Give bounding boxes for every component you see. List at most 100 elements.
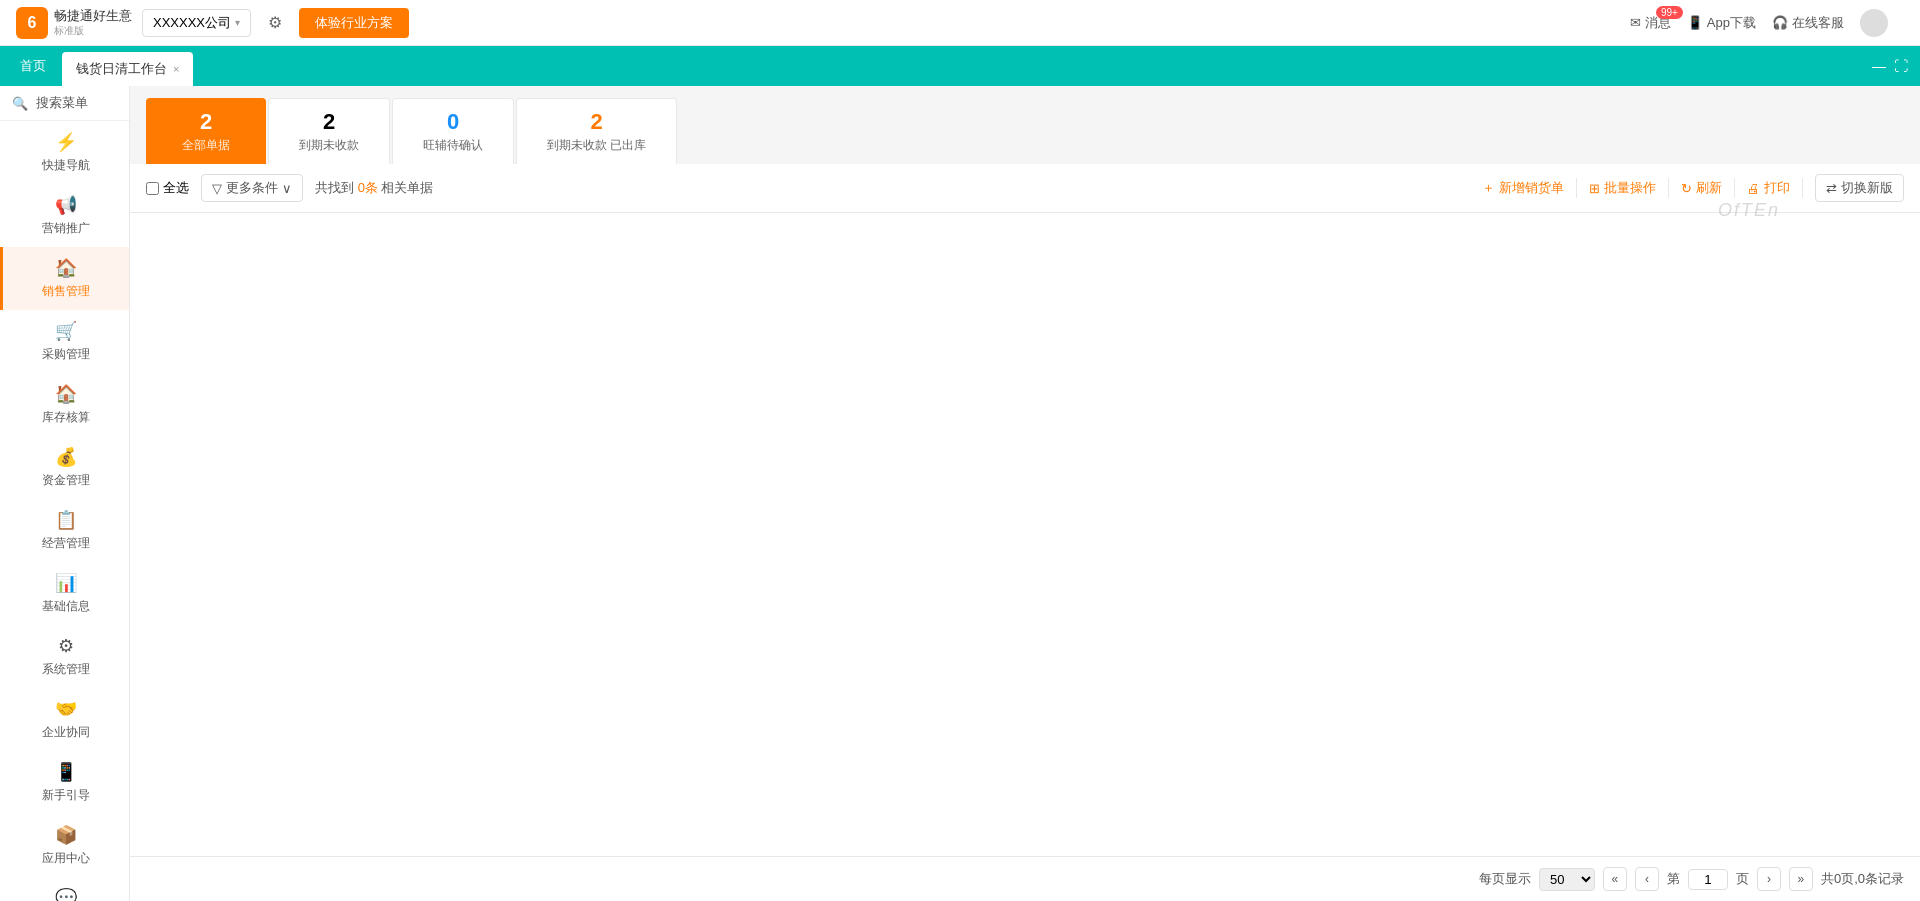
inventory-icon: 🏠 <box>55 383 77 405</box>
divider-1 <box>1576 178 1577 198</box>
chevron-down-icon: ▾ <box>235 17 240 28</box>
sidebar-item-label: 企业协同 <box>42 724 90 741</box>
switch-version-button[interactable]: ⇄ 切换新版 <box>1815 174 1904 202</box>
tab-collapse-icon[interactable]: — <box>1872 58 1886 74</box>
message-badge: 99+ <box>1656 6 1683 19</box>
tab-active[interactable]: 钱货日清工作台 × <box>62 52 193 86</box>
sidebar-item-inventory[interactable]: 🏠 库存核算 <box>0 373 129 436</box>
sidebar-item-label: 系统管理 <box>42 661 90 678</box>
top-header: 6 畅捷通好生意 标准版 XXXXXX公司 ▾ ⚙ 体验行业方案 ✉ 消息 99… <box>0 0 1920 46</box>
add-icon: ＋ <box>1482 179 1495 197</box>
tab-expand-icon[interactable]: ⛶ <box>1894 58 1908 74</box>
print-button[interactable]: 🖨 打印 <box>1747 179 1790 197</box>
divider-2 <box>1668 178 1669 198</box>
online-service-button[interactable]: 🎧 在线客服 <box>1772 14 1844 32</box>
sidebar-item-label: 销售管理 <box>42 283 90 300</box>
brand-name: 畅捷通好生意 <box>54 8 132 25</box>
prev-page-button[interactable]: ‹ <box>1635 867 1659 891</box>
company-selector[interactable]: XXXXXX公司 ▾ <box>142 9 251 37</box>
sidebar-item-sales[interactable]: 🏠 销售管理 <box>0 247 129 310</box>
header-left: 6 畅捷通好生意 标准版 XXXXXX公司 ▾ ⚙ 体验行业方案 <box>16 7 409 39</box>
total-records: 共0页,0条记录 <box>1821 870 1904 888</box>
experience-button[interactable]: 体验行业方案 <box>299 8 409 38</box>
company-name: XXXXXX公司 <box>153 14 231 32</box>
tab-bar-right: — ⛶ <box>1872 58 1920 74</box>
divider-4 <box>1802 178 1803 198</box>
stat-label-pending: 旺辅待确认 <box>423 137 483 154</box>
stat-tab-all[interactable]: 2 全部单据 <box>146 98 266 164</box>
operations-icon: 📋 <box>55 509 77 531</box>
sidebar-item-wechat[interactable]: 💬 企业微信 <box>0 877 129 901</box>
stat-tab-overdue[interactable]: 2 到期未收款 <box>268 98 390 164</box>
toolbar-right: ＋ 新增销货单 ⊞ 批量操作 ↻ 刷新 🖨 <box>1482 174 1904 202</box>
refresh-label: 刷新 <box>1696 179 1722 197</box>
sidebar-item-label: 营销推广 <box>42 220 90 237</box>
quick-nav-icon: ⚡ <box>55 131 77 153</box>
header-right: ✉ 消息 99+ 📱 App下载 🎧 在线客服 <box>1630 9 1904 37</box>
refresh-icon: ↻ <box>1681 181 1692 196</box>
first-page-button[interactable]: « <box>1603 867 1627 891</box>
settings-button[interactable]: ⚙ <box>261 9 289 37</box>
logo-icon: 6 <box>16 7 48 39</box>
sidebar-item-cooperation[interactable]: 🤝 企业协同 <box>0 688 129 751</box>
page-number-input[interactable] <box>1688 869 1728 890</box>
sidebar-item-marketing[interactable]: 📢 营销推广 <box>0 184 129 247</box>
add-order-button[interactable]: ＋ 新增销货单 <box>1482 179 1564 197</box>
found-suffix: 相关单据 <box>381 180 433 195</box>
print-label: 打印 <box>1764 179 1790 197</box>
select-all-input[interactable] <box>146 182 159 195</box>
tab-close-icon[interactable]: × <box>173 63 179 75</box>
sidebar-item-label: 应用中心 <box>42 850 90 867</box>
stat-tab-pending[interactable]: 0 旺辅待确认 <box>392 98 514 164</box>
stat-number-overdue-out: 2 <box>591 109 603 135</box>
sidebar-item-guide[interactable]: 📱 新手引导 <box>0 751 129 814</box>
stat-tab-overdue-out[interactable]: 2 到期未收款 已出库 <box>516 98 677 164</box>
sidebar-item-label: 新手引导 <box>42 787 90 804</box>
select-all-checkbox[interactable]: 全选 <box>146 179 189 197</box>
page-size-label: 每页显示 <box>1479 870 1531 888</box>
refresh-button[interactable]: ↻ 刷新 <box>1681 179 1722 197</box>
guide-icon: 📱 <box>55 761 77 783</box>
sidebar: 🔍 搜索菜单 ⚡ 快捷导航 📢 营销推广 🏠 销售管理 🛒 采购管理 🏠 库存核… <box>0 86 130 901</box>
service-label: 在线客服 <box>1792 14 1844 32</box>
main-layout: 🔍 搜索菜单 ⚡ 快捷导航 📢 营销推广 🏠 销售管理 🛒 采购管理 🏠 库存核… <box>0 86 1920 901</box>
batch-button[interactable]: ⊞ 批量操作 <box>1589 179 1656 197</box>
switch-label: 切换新版 <box>1841 179 1893 197</box>
search-label: 搜索菜单 <box>36 94 88 112</box>
search-icon: 🔍 <box>12 96 28 111</box>
purchase-icon: 🛒 <box>55 320 77 342</box>
avatar[interactable] <box>1860 9 1888 37</box>
sidebar-item-system[interactable]: ⚙ 系统管理 <box>0 625 129 688</box>
finance-icon: 💰 <box>55 446 77 468</box>
sidebar-item-label: 采购管理 <box>42 346 90 363</box>
page-suffix: 页 <box>1736 870 1749 888</box>
sidebar-item-operations[interactable]: 📋 经营管理 <box>0 499 129 562</box>
last-page-button[interactable]: » <box>1789 867 1813 891</box>
print-icon: 🖨 <box>1747 181 1760 196</box>
app-icon: 📱 <box>1687 15 1703 30</box>
tab-home[interactable]: 首页 <box>4 46 62 86</box>
message-button[interactable]: ✉ 消息 99+ <box>1630 14 1671 32</box>
sidebar-item-finance[interactable]: 💰 资金管理 <box>0 436 129 499</box>
filter-icon: ▽ <box>212 181 222 196</box>
page-size-select[interactable]: 50 20 100 <box>1539 868 1595 891</box>
add-label: 新增销货单 <box>1499 179 1564 197</box>
logo-area: 6 畅捷通好生意 标准版 <box>16 7 132 39</box>
sidebar-item-label: 基础信息 <box>42 598 90 615</box>
sidebar-item-app-center[interactable]: 📦 应用中心 <box>0 814 129 877</box>
next-page-button[interactable]: › <box>1757 867 1781 891</box>
sidebar-search[interactable]: 🔍 搜索菜单 <box>0 86 129 121</box>
system-icon: ⚙ <box>58 635 74 657</box>
filter-label: 更多条件 <box>226 179 278 197</box>
sidebar-item-label: 经营管理 <box>42 535 90 552</box>
app-center-icon: 📦 <box>55 824 77 846</box>
sidebar-item-basic-info[interactable]: 📊 基础信息 <box>0 562 129 625</box>
sidebar-item-purchase[interactable]: 🛒 采购管理 <box>0 310 129 373</box>
sidebar-item-quick-nav[interactable]: ⚡ 快捷导航 <box>0 121 129 184</box>
message-icon: ✉ <box>1630 15 1641 30</box>
table-area <box>130 213 1920 856</box>
stat-number-all: 2 <box>200 109 212 135</box>
basic-info-icon: 📊 <box>55 572 77 594</box>
app-download-button[interactable]: 📱 App下载 <box>1687 14 1756 32</box>
filter-button[interactable]: ▽ 更多条件 ∨ <box>201 174 303 202</box>
